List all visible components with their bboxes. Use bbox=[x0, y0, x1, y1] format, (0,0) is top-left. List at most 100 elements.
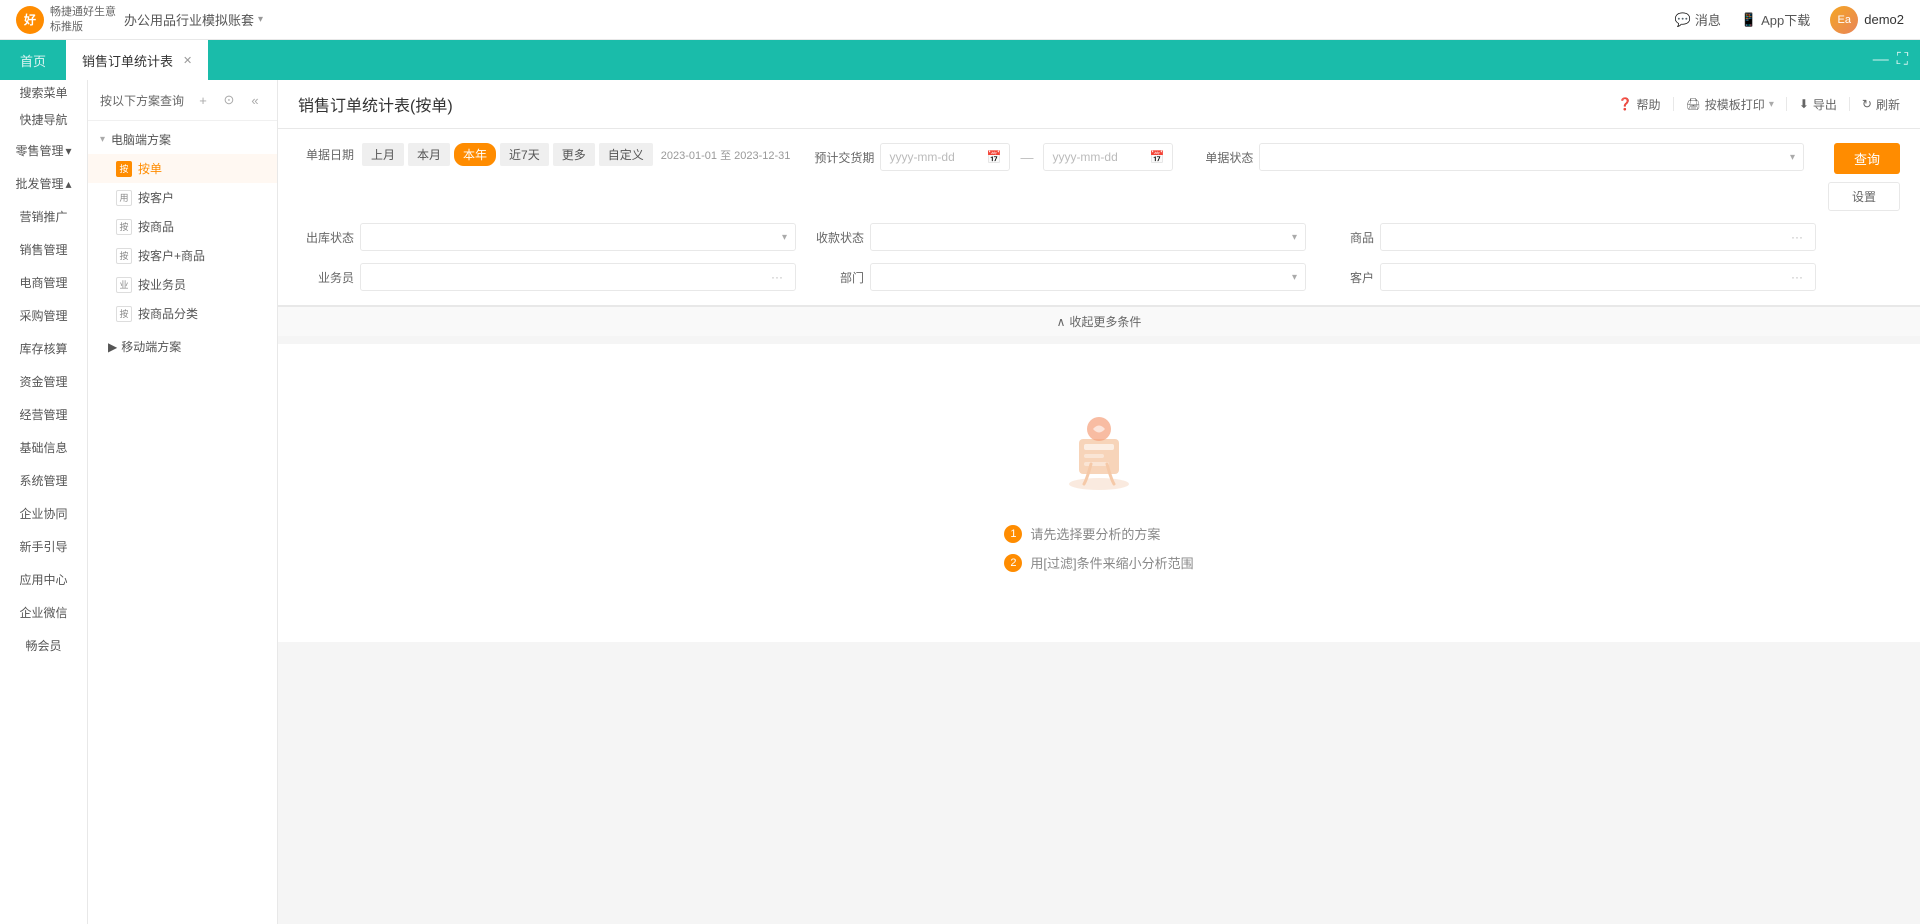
plan-item-by-order[interactable]: 按 按单 bbox=[88, 154, 277, 183]
product-input[interactable]: ··· bbox=[1380, 223, 1816, 251]
divider bbox=[1849, 97, 1850, 111]
empty-state: 1 请先选择要分析的方案 2 用[过滤]条件来缩小分析范围 bbox=[278, 344, 1920, 642]
sidebar-item-operations[interactable]: 经营管理 bbox=[0, 398, 87, 431]
sidebar-item-base[interactable]: 基础信息 bbox=[0, 431, 87, 464]
collapse-bar[interactable]: ∧ 收起更多条件 bbox=[278, 306, 1920, 336]
collapse-icon: ∧ bbox=[1057, 315, 1066, 329]
sidebar-item-system[interactable]: 系统管理 bbox=[0, 464, 87, 497]
date-label: 单据日期 bbox=[298, 146, 354, 163]
dropdown-arrow-icon: ▾ bbox=[1769, 99, 1774, 110]
sidebar-item-marketing[interactable]: 营销推广 bbox=[0, 200, 87, 233]
message-button[interactable]: 💬 消息 bbox=[1675, 10, 1721, 29]
logo-icon: 好 bbox=[16, 6, 44, 34]
empty-illustration bbox=[1049, 404, 1149, 504]
settings-plan-button[interactable]: ⊙ bbox=[219, 90, 239, 110]
content-area: 按以下方案查询 + ⊙ « ▾ 电脑端方案 按 按单 用 按客户 bbox=[88, 80, 1920, 924]
tab-home[interactable]: 首页 bbox=[0, 40, 66, 80]
left-panel-icons: + ⊙ « bbox=[193, 90, 265, 110]
sidebar-item-wholesale[interactable]: 批发管理 ▴ bbox=[0, 167, 87, 200]
sidebar-search[interactable]: 搜索菜单 bbox=[0, 80, 87, 105]
plan-group-mobile[interactable]: ▶ 移动端方案 bbox=[88, 332, 277, 361]
sidebar-quick-nav[interactable]: 快捷导航 bbox=[0, 105, 87, 134]
username-label: demo2 bbox=[1864, 12, 1904, 27]
salesperson-more-icon[interactable]: ··· bbox=[767, 270, 787, 284]
empty-step-1: 1 请先选择要分析的方案 bbox=[1004, 524, 1193, 543]
page-header: 销售订单统计表(按单) ❓ 帮助 🖨 按模板打印 ▾ ⬇ bbox=[278, 80, 1920, 129]
sidebar-item-purchase[interactable]: 采购管理 bbox=[0, 299, 87, 332]
sidebar-item-inventory[interactable]: 库存核算 bbox=[0, 332, 87, 365]
date-btn-last-month[interactable]: 上月 bbox=[362, 143, 404, 166]
plan-item-icon: 用 bbox=[116, 190, 132, 206]
filter-area: 单据日期 上月 本月 本年 近7天 更多 自定义 2023-01-01 至 20… bbox=[278, 129, 1920, 306]
app-download-button[interactable]: 📱 App下载 bbox=[1741, 10, 1810, 29]
tab-sales-order-stats[interactable]: 销售订单统计表 ✕ bbox=[66, 40, 208, 80]
logo-area: 好 畅捷通好生意 标推版 bbox=[16, 5, 116, 34]
sidebar-item-enterprise[interactable]: 企业协同 bbox=[0, 497, 87, 530]
toggle-icon: ▾ bbox=[100, 134, 105, 145]
empty-steps: 1 请先选择要分析的方案 2 用[过滤]条件来缩小分析范围 bbox=[1004, 524, 1193, 582]
date-btn-custom[interactable]: 自定义 bbox=[599, 143, 653, 166]
query-button[interactable]: 查询 bbox=[1834, 143, 1900, 174]
plan-item-by-customer[interactable]: 用 按客户 bbox=[88, 183, 277, 212]
main-layout: 搜索菜单 快捷导航 零售管理 ▾ 批发管理 ▴ 营销推广 销售管理 电商管理 采… bbox=[0, 80, 1920, 924]
delivery-status-select[interactable]: ▾ bbox=[360, 223, 796, 251]
settings-button[interactable]: 设置 bbox=[1828, 182, 1900, 211]
top-bar-left: 好 畅捷通好生意 标推版 办公用品行业模拟账套 ▾ bbox=[16, 5, 263, 34]
sidebar-item-newbie[interactable]: 新手引导 bbox=[0, 530, 87, 563]
sidebar-item-apps[interactable]: 应用中心 bbox=[0, 563, 87, 596]
divider bbox=[1673, 97, 1674, 111]
sidebar-item-member[interactable]: 畅会员 bbox=[0, 629, 87, 662]
payment-status-label: 收款状态 bbox=[808, 229, 864, 246]
customer-input[interactable]: ··· bbox=[1380, 263, 1816, 291]
company-selector[interactable]: 办公用品行业模拟账套 ▾ bbox=[124, 10, 263, 29]
refresh-button[interactable]: ↻ 刷新 bbox=[1862, 96, 1900, 113]
salesperson-input[interactable]: ··· bbox=[360, 263, 796, 291]
expected-date-end[interactable]: yyyy-mm-dd 📅 bbox=[1043, 143, 1173, 171]
plan-item-by-salesperson[interactable]: 业 按业务员 bbox=[88, 270, 277, 299]
customer-more-icon[interactable]: ··· bbox=[1787, 270, 1807, 284]
plan-group-desktop[interactable]: ▾ 电脑端方案 bbox=[88, 125, 277, 154]
sidebar-item-retail[interactable]: 零售管理 ▾ bbox=[0, 134, 87, 167]
date-btn-more[interactable]: 更多 bbox=[553, 143, 595, 166]
maximize-button[interactable]: ⛶ bbox=[1897, 52, 1908, 68]
date-btn-this-year[interactable]: 本年 bbox=[454, 143, 496, 166]
message-icon: 💬 bbox=[1675, 12, 1691, 28]
payment-status-select[interactable]: ▾ bbox=[870, 223, 1306, 251]
date-quick-buttons: 上月 本月 本年 近7天 更多 自定义 bbox=[362, 143, 653, 166]
collapse-panel-button[interactable]: « bbox=[245, 90, 265, 110]
plan-group-mobile-label: 移动端方案 bbox=[121, 338, 181, 355]
sidebar-item-finance[interactable]: 资金管理 bbox=[0, 365, 87, 398]
refresh-icon: ↻ bbox=[1862, 97, 1872, 111]
step-number-2: 2 bbox=[1004, 554, 1022, 572]
top-bar-right: 💬 消息 📱 App下载 Ea demo2 bbox=[1675, 6, 1904, 34]
template-print-button[interactable]: 🖨 按模板打印 ▾ bbox=[1686, 96, 1774, 113]
sidebar-item-ecommerce[interactable]: 电商管理 bbox=[0, 266, 87, 299]
add-plan-button[interactable]: + bbox=[193, 90, 213, 110]
bill-status-label: 单据状态 bbox=[1197, 149, 1253, 166]
select-arrow-icon: ▾ bbox=[1292, 232, 1297, 243]
export-button[interactable]: ⬇ 导出 bbox=[1799, 96, 1837, 113]
user-area[interactable]: Ea demo2 bbox=[1830, 6, 1904, 34]
tab-actions: — ⛶ bbox=[1861, 52, 1920, 68]
action-buttons: 查询 设置 bbox=[1816, 143, 1900, 211]
date-btn-last-7days[interactable]: 近7天 bbox=[500, 143, 549, 166]
plan-item-by-customer-product[interactable]: 按 按客户+商品 bbox=[88, 241, 277, 270]
date-btn-this-month[interactable]: 本月 bbox=[408, 143, 450, 166]
department-select[interactable]: ▾ bbox=[870, 263, 1306, 291]
empty-step-2: 2 用[过滤]条件来缩小分析范围 bbox=[1004, 553, 1193, 572]
plan-item-by-product[interactable]: 按 按商品 bbox=[88, 212, 277, 241]
calendar-icon: 📅 bbox=[986, 150, 1001, 164]
help-button[interactable]: ❓ 帮助 bbox=[1618, 96, 1661, 113]
bill-status-select[interactable]: ▾ bbox=[1259, 143, 1804, 171]
export-icon: ⬇ bbox=[1799, 97, 1809, 111]
sidebar-item-wechat[interactable]: 企业微信 bbox=[0, 596, 87, 629]
product-more-icon[interactable]: ··· bbox=[1787, 230, 1807, 244]
print-icon: 🖨 bbox=[1686, 97, 1701, 111]
sidebar-item-sales[interactable]: 销售管理 bbox=[0, 233, 87, 266]
plan-item-by-product-category[interactable]: 按 按商品分类 bbox=[88, 299, 277, 328]
expected-date-start[interactable]: yyyy-mm-dd 📅 bbox=[880, 143, 1010, 171]
tab-close-icon[interactable]: ✕ bbox=[183, 54, 192, 67]
minimize-button[interactable]: — bbox=[1873, 52, 1889, 68]
plan-item-icon: 按 bbox=[116, 161, 132, 177]
plan-group-label: 电脑端方案 bbox=[111, 131, 171, 148]
